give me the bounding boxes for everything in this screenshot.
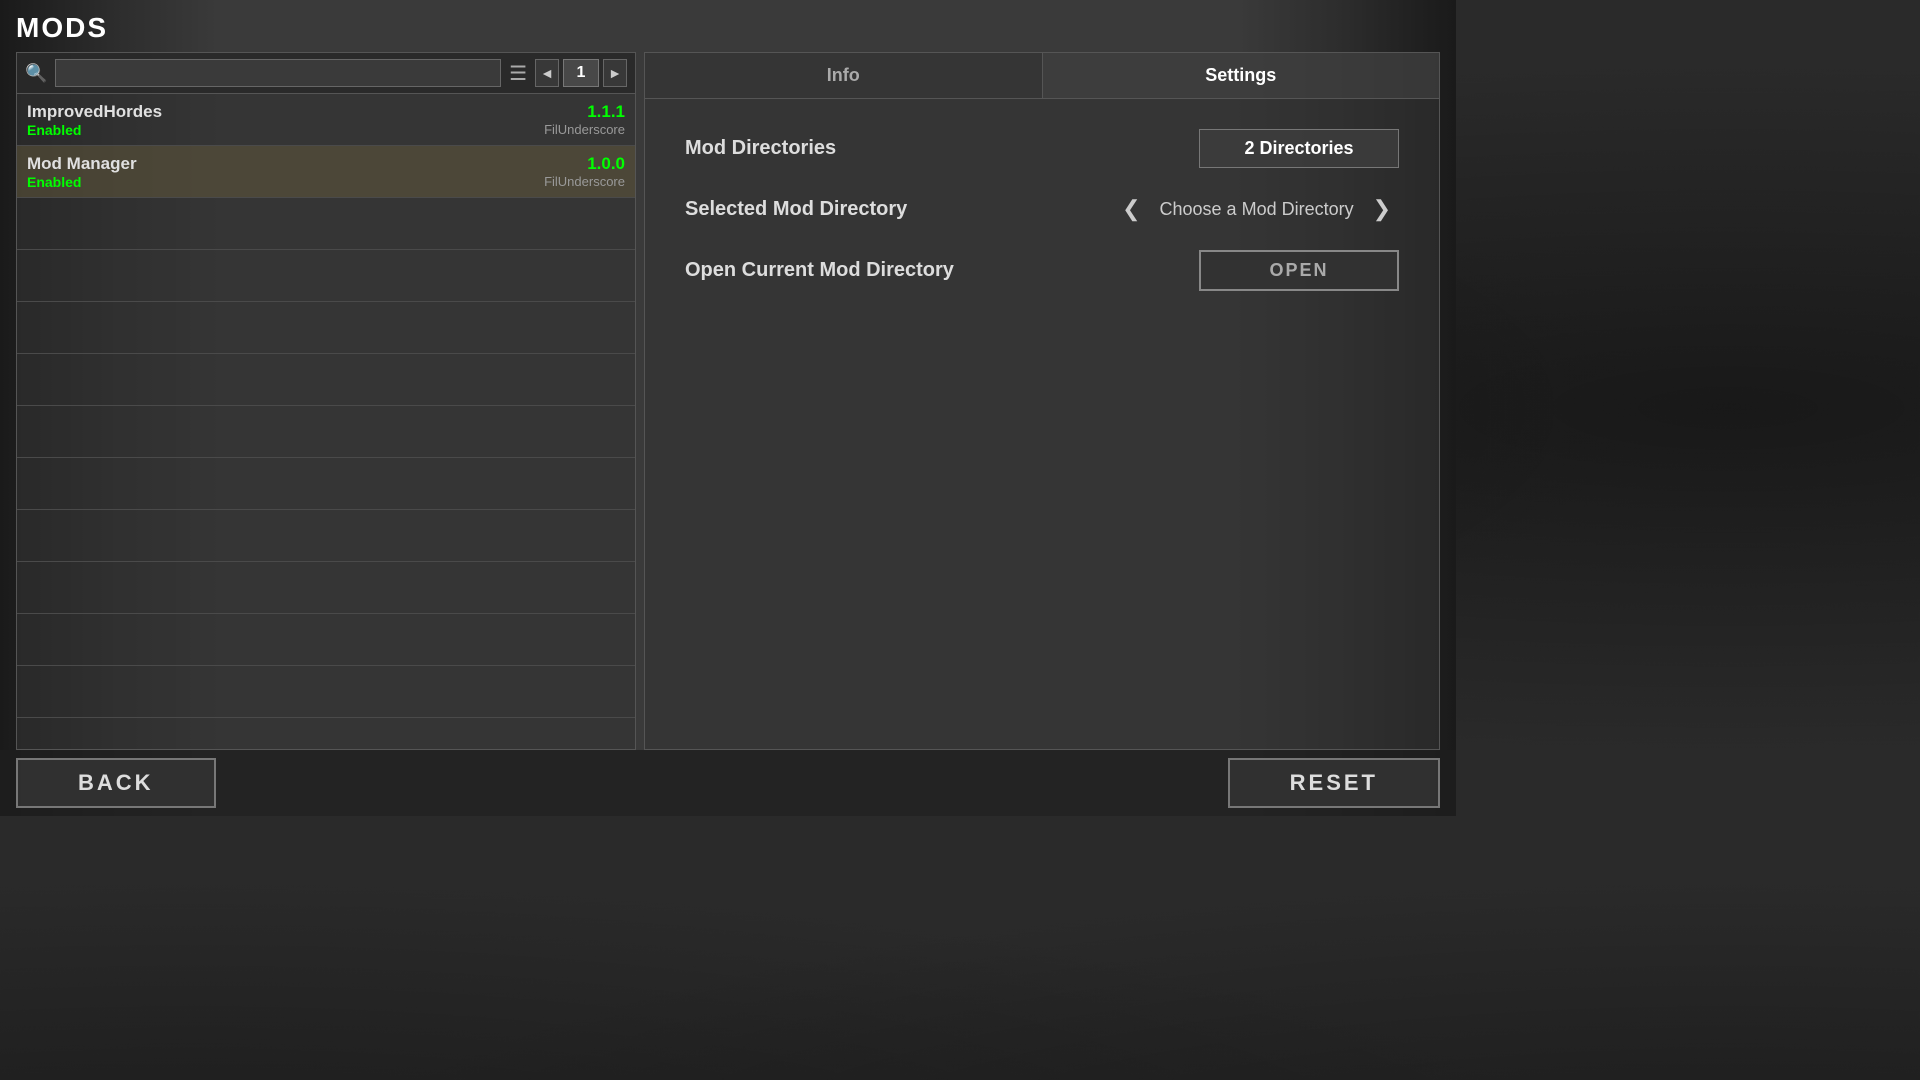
page-number: 1 [563,59,599,87]
list-item [17,354,635,406]
mod-version: 1.1.1 [587,102,625,122]
page-title: MODS [0,0,1456,52]
list-item [17,666,635,718]
directory-selector: ❮ Choose a Mod Directory ❯ [1114,192,1399,226]
list-item [17,198,635,250]
tab-settings[interactable]: Settings [1043,53,1440,98]
settings-content: Mod Directories 2 Directories Selected M… [645,99,1439,321]
list-item [17,562,635,614]
back-button[interactable]: BACK [16,758,216,808]
dir-next-button[interactable]: ❯ [1365,192,1399,226]
dir-prev-button[interactable]: ❮ [1114,192,1148,226]
mod-list: ImprovedHordes1.1.1EnabledFilUnderscoreM… [17,94,635,749]
open-mod-dir-row: Open Current Mod Directory OPEN [685,250,1399,291]
prev-page-button[interactable]: ◄ [535,59,559,87]
bottom-bar: BACK RESET [0,750,1456,816]
mod-list-panel: 🔍 ☰ ◄ 1 ► ImprovedHordes 1.1.1 Enabled FilU… [16,52,636,750]
mod-directories-label: Mod Directories [685,137,836,160]
mod-version: 1.0.0 [587,154,625,174]
list-item[interactable]: Mod Manager 1.0.0 Enabled FilUnderscore [17,146,635,198]
selected-mod-dir-row: Selected Mod Directory ❮ Choose a Mod Di… [685,192,1399,226]
list-item [17,250,635,302]
mod-author: FilUnderscore [544,122,625,137]
page-nav: ◄ 1 ► [535,59,627,87]
mod-directories-row: Mod Directories 2 Directories [685,129,1399,168]
open-mod-dir-label: Open Current Mod Directory [685,259,954,282]
search-icon: 🔍 [25,63,47,84]
search-input[interactable] [55,59,501,87]
list-item [17,510,635,562]
list-item [17,458,635,510]
next-page-button[interactable]: ► [603,59,627,87]
choose-mod-dir-text: Choose a Mod Directory [1157,199,1357,220]
list-item [17,614,635,666]
info-settings-panel: InfoSettings Mod Directories 2 Directori… [644,52,1440,750]
mod-author: FilUnderscore [544,174,625,189]
mod-directories-value: 2 Directories [1199,129,1399,168]
open-mod-dir-button[interactable]: OPEN [1199,250,1399,291]
mod-status: Enabled [27,174,81,190]
sort-icon[interactable]: ☰ [509,61,527,86]
tab-info[interactable]: Info [645,53,1043,98]
list-item [17,406,635,458]
list-item[interactable]: ImprovedHordes 1.1.1 Enabled FilUnderscore [17,94,635,146]
list-item [17,302,635,354]
selected-mod-dir-label: Selected Mod Directory [685,198,907,221]
reset-button[interactable]: RESET [1228,758,1440,808]
tabs: InfoSettings [645,53,1439,99]
mod-name: Mod Manager [27,154,137,174]
mod-status: Enabled [27,122,81,138]
search-bar: 🔍 ☰ ◄ 1 ► [17,53,635,94]
mod-name: ImprovedHordes [27,102,162,122]
